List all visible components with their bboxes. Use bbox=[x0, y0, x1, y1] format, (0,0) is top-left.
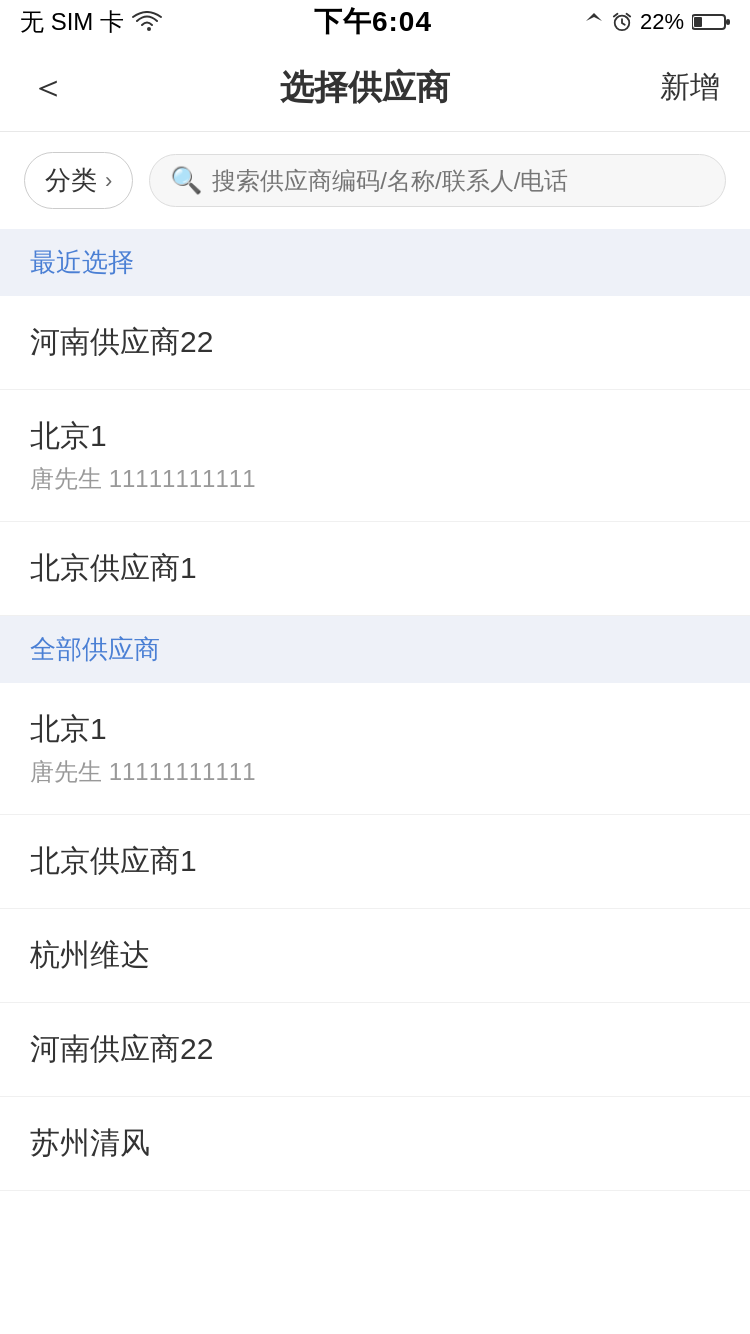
section-header-recent: 最近选择 bbox=[0, 229, 750, 296]
item-name: 苏州清风 bbox=[30, 1123, 720, 1164]
section-header-all: 全部供应商 bbox=[0, 616, 750, 683]
item-name: 河南供应商22 bbox=[30, 322, 720, 363]
status-time: 下午6:04 bbox=[314, 3, 432, 41]
svg-rect-3 bbox=[726, 19, 730, 25]
list-item[interactable]: 苏州清风 bbox=[0, 1097, 750, 1191]
sections-container: 最近选择河南供应商22 北京1 唐先生 11111111111 北京供应商1 全部供应商… bbox=[0, 229, 750, 1191]
add-button[interactable]: 新增 bbox=[640, 67, 720, 108]
item-name: 北京1 bbox=[30, 709, 720, 750]
alarm-icon bbox=[612, 11, 632, 33]
list-item[interactable]: 北京1 唐先生 11111111111 bbox=[0, 683, 750, 815]
status-left: 无 SIM 卡 bbox=[20, 6, 162, 38]
page-title: 选择供应商 bbox=[90, 65, 640, 111]
list-item[interactable]: 杭州维达 bbox=[0, 909, 750, 1003]
item-name: 北京供应商1 bbox=[30, 841, 720, 882]
nav-bar: ＜ 选择供应商 新增 bbox=[0, 44, 750, 132]
list-item[interactable]: 河南供应商22 bbox=[0, 1003, 750, 1097]
item-name: 河南供应商22 bbox=[30, 1029, 720, 1070]
battery-icon bbox=[692, 13, 730, 31]
item-name: 北京供应商1 bbox=[30, 548, 720, 589]
item-name: 北京1 bbox=[30, 416, 720, 457]
status-right: 22% bbox=[584, 9, 730, 35]
item-subtitle: 唐先生 11111111111 bbox=[30, 463, 720, 495]
list-item[interactable]: 北京供应商1 bbox=[0, 522, 750, 616]
item-subtitle: 唐先生 11111111111 bbox=[30, 756, 720, 788]
wifi-icon bbox=[132, 11, 162, 33]
svg-rect-2 bbox=[694, 17, 702, 27]
search-icon: 🔍 bbox=[170, 165, 202, 196]
category-label: 分类 bbox=[45, 163, 97, 198]
list-item[interactable]: 河南供应商22 bbox=[0, 296, 750, 390]
filter-bar: 分类 › 🔍 bbox=[0, 132, 750, 229]
category-button[interactable]: 分类 › bbox=[24, 152, 133, 209]
list-item[interactable]: 北京1 唐先生 11111111111 bbox=[0, 390, 750, 522]
search-input[interactable] bbox=[212, 167, 705, 195]
location-icon bbox=[584, 11, 604, 33]
item-name: 杭州维达 bbox=[30, 935, 720, 976]
search-box[interactable]: 🔍 bbox=[149, 154, 726, 207]
list-item[interactable]: 北京供应商1 bbox=[0, 815, 750, 909]
battery-percent: 22% bbox=[640, 9, 684, 35]
status-bar: 无 SIM 卡 下午6:04 22% bbox=[0, 0, 750, 44]
sim-status: 无 SIM 卡 bbox=[20, 6, 124, 38]
chevron-right-icon: › bbox=[105, 168, 112, 194]
back-button[interactable]: ＜ bbox=[30, 63, 90, 112]
